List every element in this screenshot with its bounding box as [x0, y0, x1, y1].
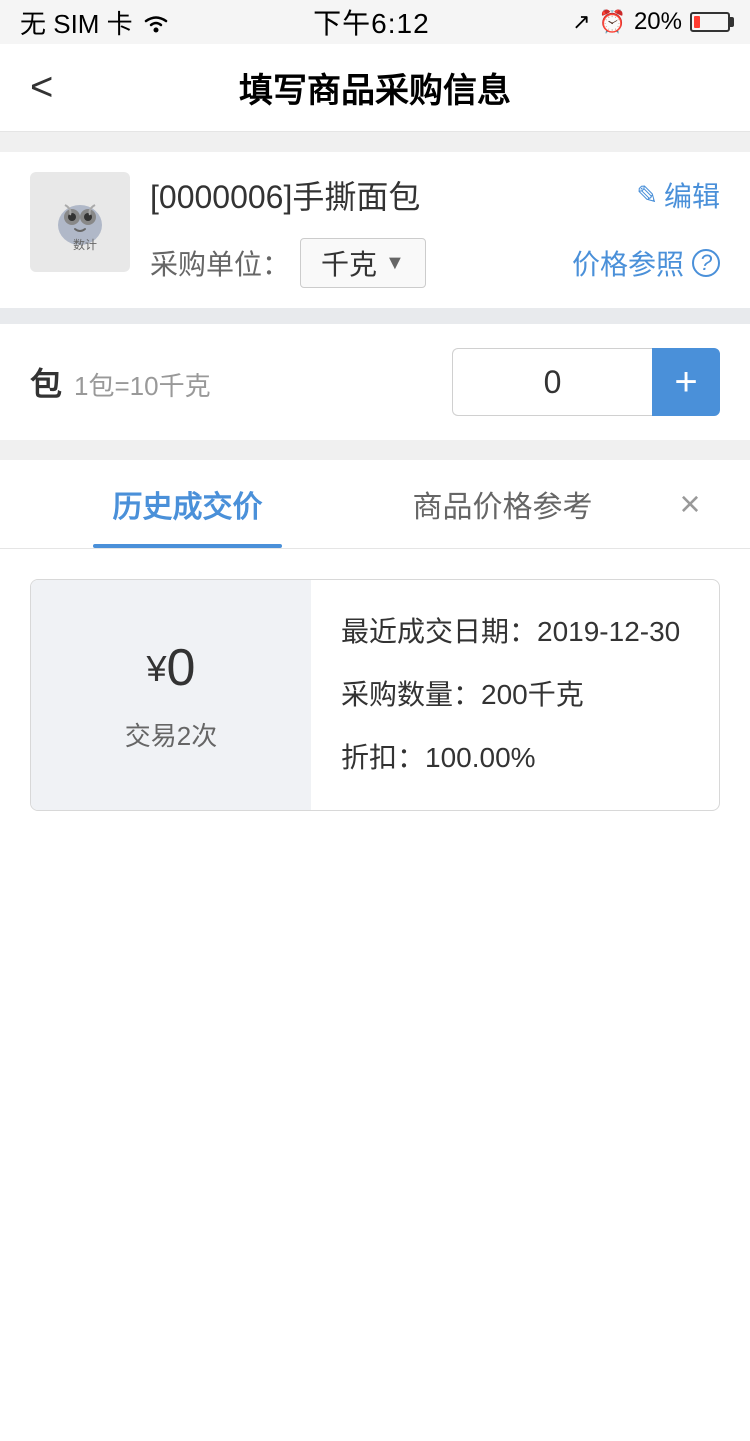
bottom-space: [0, 841, 750, 1441]
nav-bar: < 填写商品采购信息: [0, 44, 750, 132]
quantity-label: 包 1包=10千克: [30, 359, 211, 405]
status-time: 下午6:12: [313, 2, 430, 42]
recent-date-label: 最近成交日期：: [341, 616, 537, 647]
status-carrier: 无 SIM 卡: [20, 4, 171, 41]
product-name-row: [0000006]手撕面包 ✎ 编辑: [150, 172, 720, 218]
edit-label: 编辑: [664, 175, 720, 215]
unit-label: 采购单位：: [150, 243, 290, 283]
plus-icon: +: [674, 360, 697, 405]
unit-row: 采购单位： 千克 ▼ 价格参照 ?: [150, 238, 720, 288]
price-ref-button[interactable]: 价格参照 ?: [572, 243, 720, 283]
location-icon: ↗: [572, 9, 590, 35]
history-content: ¥0 交易2次 最近成交日期：2019-12-30 采购数量：200千克 折扣：…: [0, 549, 750, 841]
price-ref-info-icon: ?: [692, 249, 720, 277]
alarm-icon: ⏰: [599, 9, 626, 35]
recent-date-value: 2019-12-30: [537, 616, 680, 647]
history-price-value: ¥0: [147, 638, 196, 698]
discount-row: 折扣：100.00%: [341, 736, 689, 781]
purchase-qty-label: 采购数量：: [341, 679, 481, 710]
quantity-input[interactable]: [452, 348, 652, 416]
tab-active-indicator: [93, 544, 282, 548]
tabs-header: 历史成交价 商品价格参考 ×: [0, 460, 750, 549]
product-info: [0000006]手撕面包 ✎ 编辑 采购单位： 千克 ▼ 价格参照 ?: [150, 172, 720, 288]
discount-label: 折扣：: [341, 742, 425, 773]
quantity-row: 包 1包=10千克 +: [0, 324, 750, 440]
tab-history-price[interactable]: 历史成交价: [30, 460, 345, 548]
purchase-qty-row: 采购数量：200千克: [341, 673, 689, 718]
edit-icon: ✎: [636, 180, 658, 211]
product-name: [0000006]手撕面包: [150, 172, 420, 218]
carrier-text: 无 SIM 卡: [20, 4, 133, 41]
quantity-input-wrapper: +: [452, 348, 720, 416]
quantity-conversion: 1包=10千克: [74, 366, 211, 403]
history-details: 最近成交日期：2019-12-30 采购数量：200千克 折扣：100.00%: [311, 580, 719, 810]
section-divider: [0, 308, 750, 324]
history-trade-count: 交易2次: [125, 716, 217, 753]
currency-symbol: ¥: [147, 648, 167, 690]
history-price-summary: ¥0 交易2次: [31, 580, 311, 810]
product-logo-icon: 数计: [45, 187, 115, 257]
edit-button[interactable]: ✎ 编辑: [636, 175, 720, 215]
page-title: 填写商品采购信息: [239, 63, 511, 112]
product-image: 数计: [30, 172, 130, 272]
close-icon: ×: [679, 483, 700, 525]
tabs-section: 历史成交价 商品价格参考 × ¥0 交易2次 最近成交日期：2019-12-30: [0, 460, 750, 1441]
quantity-unit-tag: 包: [30, 359, 62, 405]
back-button[interactable]: <: [30, 65, 53, 110]
recent-date-row: 最近成交日期：2019-12-30: [341, 610, 689, 655]
quantity-plus-button[interactable]: +: [652, 348, 720, 416]
tab-close-button[interactable]: ×: [660, 474, 720, 534]
dropdown-arrow-icon: ▼: [385, 252, 405, 275]
battery-icon: [690, 12, 730, 32]
svg-text:数计: 数计: [73, 237, 97, 252]
battery-percent: 20%: [634, 8, 682, 36]
back-arrow-icon: <: [30, 65, 53, 110]
product-card: 数计 [0000006]手撕面包 ✎ 编辑 采购单位： 千克 ▼: [0, 152, 750, 308]
product-header: 数计 [0000006]手撕面包 ✎ 编辑 采购单位： 千克 ▼: [30, 172, 720, 288]
discount-value: 100.00%: [425, 742, 536, 773]
history-card: ¥0 交易2次 最近成交日期：2019-12-30 采购数量：200千克 折扣：…: [30, 579, 720, 811]
price-number: 0: [167, 639, 196, 697]
purchase-qty-value: 200千克: [481, 679, 584, 710]
price-ref-label: 价格参照: [572, 243, 684, 283]
unit-select-dropdown[interactable]: 千克 ▼: [300, 238, 426, 288]
status-bar: 无 SIM 卡 下午6:12 ↗ ⏰ 20%: [0, 0, 750, 44]
tab-history-label: 历史成交价: [113, 482, 263, 526]
unit-value: 千克: [321, 243, 377, 283]
wifi-icon: [141, 11, 171, 33]
status-icons: ↗ ⏰ 20%: [572, 8, 730, 36]
tab-price-ref-label: 商品价格参考: [413, 482, 593, 526]
battery-fill: [694, 16, 700, 28]
tab-price-reference[interactable]: 商品价格参考: [345, 460, 660, 548]
